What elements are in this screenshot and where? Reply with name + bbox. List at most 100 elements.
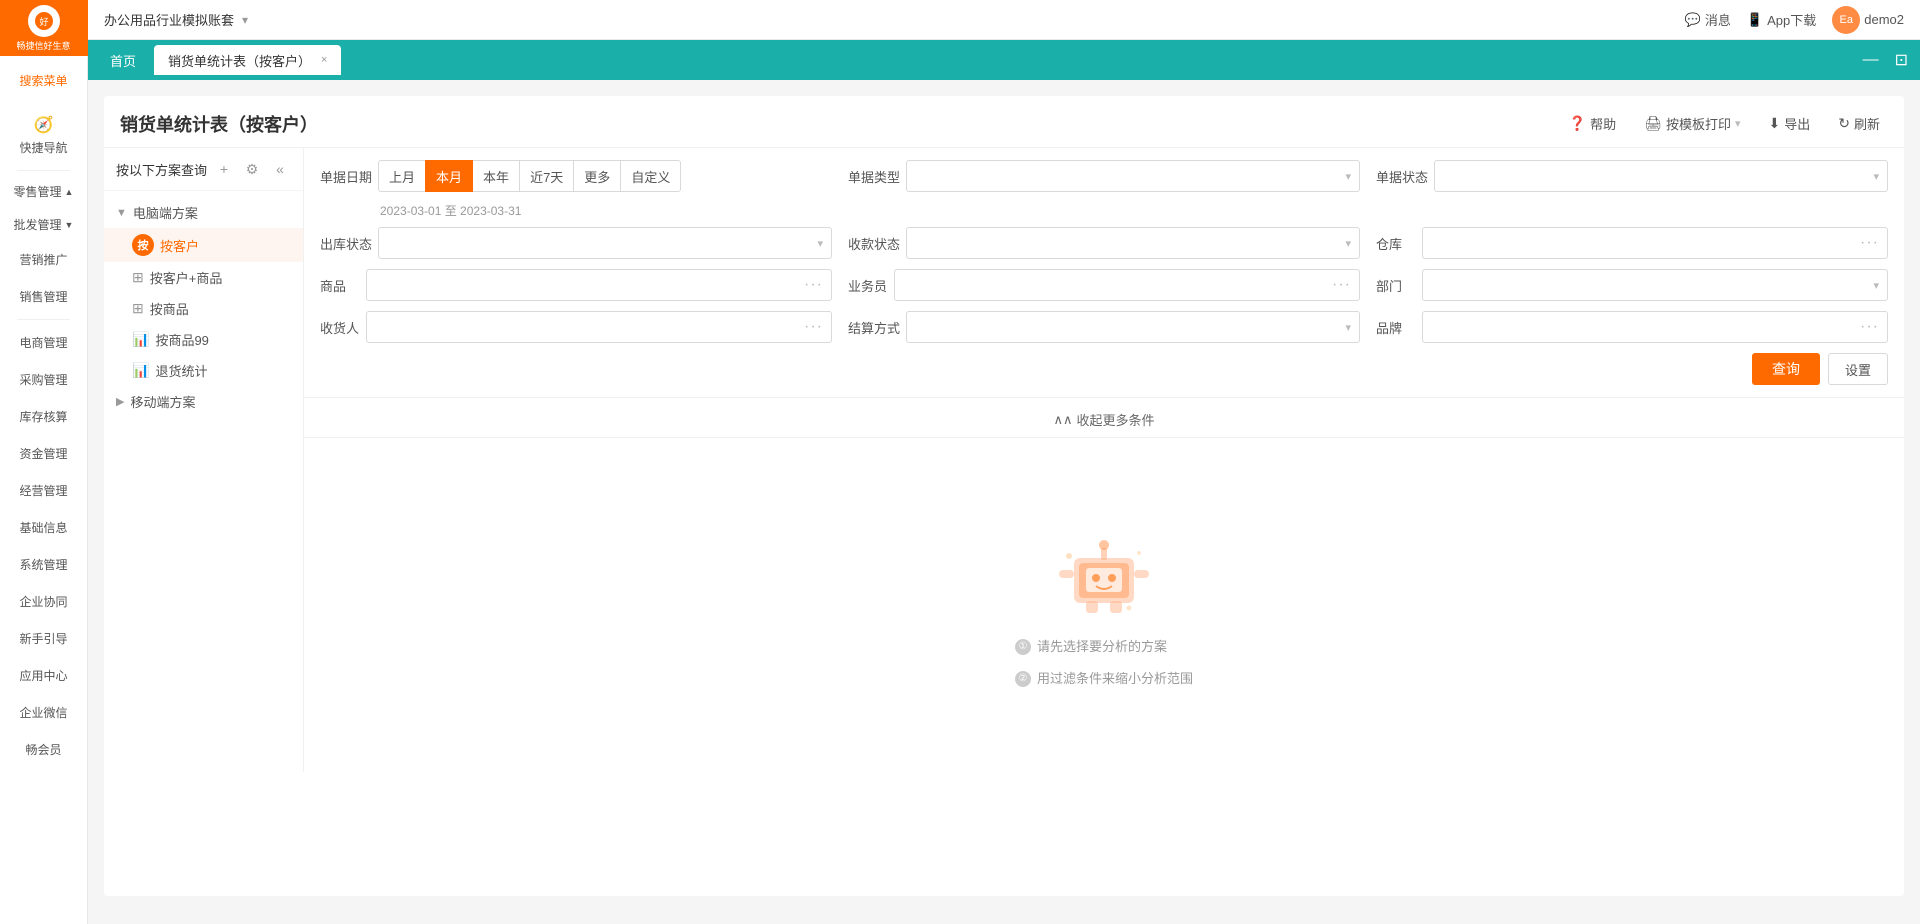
appcenter-label: 应用中心 [19, 667, 67, 684]
receiver-dots[interactable]: ··· [804, 318, 823, 336]
scheme-collapse-btn[interactable]: « [269, 158, 291, 180]
department-arrow: ▾ [1873, 279, 1879, 292]
product-input[interactable]: ··· [366, 269, 832, 301]
scheme-item-return[interactable]: 📊 退货统计 [104, 355, 303, 386]
tab-minimize-btn[interactable]: — [1859, 51, 1883, 69]
scheme-group-desktop: ▼ 电脑端方案 按 按客户 ⊞ 按客户+商品 [104, 197, 303, 386]
empty-state: ① 请先选择要分析的方案 ② 用过滤条件来缩小分析范围 [304, 438, 1904, 772]
scheme-item-customer-product[interactable]: ⊞ 按客户+商品 [104, 262, 303, 293]
sidebar-item-inventory[interactable]: 库存核算 [0, 398, 87, 435]
page-header: 销货单统计表（按客户） ❓ 帮助 🖨 按模板打印 ▾ ⬇ 导出 [104, 96, 1904, 148]
sidebar-item-finance[interactable]: 资金管理 [0, 435, 87, 472]
empty-tips: ① 请先选择要分析的方案 ② 用过滤条件来缩小分析范围 [1015, 634, 1193, 692]
refresh-icon: ↻ [1838, 115, 1850, 132]
scheme-item-product-label: 按商品 [150, 299, 189, 318]
tab-sales-stats[interactable]: 销货单统计表（按客户） × [154, 45, 341, 75]
print-dropdown-icon[interactable]: ▾ [1735, 117, 1741, 130]
page-content: 销货单统计表（按客户） ❓ 帮助 🖨 按模板打印 ▾ ⬇ 导出 [88, 80, 1920, 924]
empty-tip-1-text: 请先选择要分析的方案 [1037, 634, 1167, 660]
sidebar-item-procurement[interactable]: 采购管理 [0, 361, 87, 398]
message-btn[interactable]: 💬 消息 [1685, 10, 1731, 29]
inventory-label: 库存核算 [19, 408, 67, 425]
user-profile[interactable]: Ea demo2 [1832, 6, 1904, 34]
tabs-right-actions: — ⊡ [1859, 50, 1912, 70]
date-btn-thismonth[interactable]: 本月 [425, 160, 473, 192]
warehouse-input[interactable]: ··· [1422, 227, 1888, 259]
filter-row-1: 单据日期 上月 本月 本年 近7天 更多 自定义 [320, 160, 1888, 192]
logo-text: 畅捷信好生意 [16, 39, 70, 52]
scheme-group-desktop-header[interactable]: ▼ 电脑端方案 [104, 197, 303, 228]
tab-expand-btn[interactable]: ⊡ [1891, 50, 1912, 70]
scheme-group-mobile-header[interactable]: ▶ 移动端方案 [104, 386, 303, 417]
scheme-settings-btn[interactable]: ⚙ [241, 158, 263, 180]
brand-dots[interactable]: ··· [1860, 318, 1879, 336]
department-input[interactable]: ▾ [1422, 269, 1888, 301]
sidebar-item-ecommerce[interactable]: 电商管理 [0, 324, 87, 361]
sidebar-item-member[interactable]: 畅会员 [0, 731, 87, 768]
scheme-item-product[interactable]: ⊞ 按商品 [104, 293, 303, 324]
scheme-item-customer[interactable]: 按 按客户 [104, 228, 303, 262]
date-filter-label: 单据日期 [320, 167, 372, 186]
refresh-btn[interactable]: ↻ 刷新 [1830, 110, 1888, 137]
suite-dropdown[interactable]: ▾ [242, 13, 248, 27]
sidebar-item-operations[interactable]: 经营管理 [0, 472, 87, 509]
settings-button[interactable]: 设置 [1828, 353, 1888, 385]
sidebar-item-enterprise[interactable]: 企业协同 [0, 583, 87, 620]
product-dots[interactable]: ··· [804, 276, 823, 294]
phone-icon: 📱 [1747, 12, 1763, 28]
help-btn[interactable]: ❓ 帮助 [1561, 110, 1624, 137]
tab-bar: 首页 销货单统计表（按客户） × — ⊡ [88, 40, 1920, 80]
message-label: 消息 [1705, 10, 1731, 29]
payment-status-input[interactable]: ▾ [906, 227, 1360, 259]
sidebar-item-wholesale[interactable]: 批发管理 [0, 208, 87, 241]
chevron-right-icon: ▶ [116, 395, 124, 408]
scheme-panel-actions: + ⚙ « [213, 158, 291, 180]
scheme-panel-header: 按以下方案查询 + ⚙ « [104, 148, 303, 191]
doc-status-input[interactable]: ▾ [1434, 160, 1888, 192]
sidebar-item-sales[interactable]: 销售管理 [0, 278, 87, 315]
scheme-panel-title: 按以下方案查询 [116, 160, 207, 179]
app-logo[interactable]: 好 畅捷信好生意 [0, 0, 88, 56]
print-btn[interactable]: 🖨 按模板打印 ▾ [1636, 110, 1748, 137]
date-btn-thisyear[interactable]: 本年 [472, 160, 520, 192]
tab-home-label: 首页 [110, 51, 136, 70]
warehouse-filter-cell: 仓库 ··· [1376, 227, 1888, 259]
sidebar-item-appcenter[interactable]: 应用中心 [0, 657, 87, 694]
query-button[interactable]: 查询 [1752, 353, 1820, 385]
date-btn-lastmonth[interactable]: 上月 [378, 160, 426, 192]
scheme-item-product99[interactable]: 📊 按商品99 [104, 324, 303, 355]
doc-type-input[interactable]: ▾ [906, 160, 1360, 192]
product-filter-cell: 商品 ··· [320, 269, 832, 301]
scheme-add-btn[interactable]: + [213, 158, 235, 180]
filter-section: 单据日期 上月 本月 本年 近7天 更多 自定义 [304, 148, 1904, 353]
sidebar-item-newuser[interactable]: 新手引导 [0, 620, 87, 657]
sales-label: 销售管理 [19, 288, 67, 305]
sidebar-item-sysconfig[interactable]: 系统管理 [0, 546, 87, 583]
sidebar-item-marketing[interactable]: 营销推广 [0, 241, 87, 278]
receiver-input[interactable]: ··· [366, 311, 832, 343]
sidebar-item-corpwechat[interactable]: 企业微信 [0, 694, 87, 731]
out-status-input[interactable]: ▾ [378, 227, 832, 259]
app-download-btn[interactable]: 📱 App下载 [1747, 10, 1816, 29]
export-btn[interactable]: ⬇ 导出 [1761, 110, 1819, 137]
scheme-tree: ▼ 电脑端方案 按 按客户 ⊞ 按客户+商品 [104, 191, 303, 423]
collapse-btn[interactable]: ∧∧ 收起更多条件 [1041, 406, 1166, 433]
empty-illustration [1054, 518, 1154, 618]
settlement-input[interactable]: ▾ [906, 311, 1360, 343]
search-menu-label[interactable]: 搜索菜单 [0, 66, 87, 95]
warehouse-dots[interactable]: ··· [1860, 234, 1879, 252]
sidebar-item-retail[interactable]: 零售管理 [0, 175, 87, 208]
settlement-label: 结算方式 [848, 318, 900, 337]
salesperson-input[interactable]: ··· [894, 269, 1360, 301]
sidebar-item-basicinfo[interactable]: 基础信息 [0, 509, 87, 546]
date-btn-7days[interactable]: 近7天 [519, 160, 574, 192]
sidebar: 好 畅捷信好生意 搜索菜单 🧭 快捷导航 零售管理 批发管理 营销推广 销售管理… [0, 0, 88, 924]
date-btn-group: 上月 本月 本年 近7天 更多 自定义 [378, 160, 681, 192]
date-btn-custom[interactable]: 自定义 [620, 160, 681, 192]
date-btn-more[interactable]: 更多 [573, 160, 621, 192]
salesperson-dots[interactable]: ··· [1332, 276, 1351, 294]
close-tab-icon[interactable]: × [321, 54, 327, 66]
tab-home[interactable]: 首页 [96, 45, 150, 75]
brand-input[interactable]: ··· [1422, 311, 1888, 343]
sidebar-item-quicknav[interactable]: 🧭 快捷导航 [0, 105, 87, 166]
